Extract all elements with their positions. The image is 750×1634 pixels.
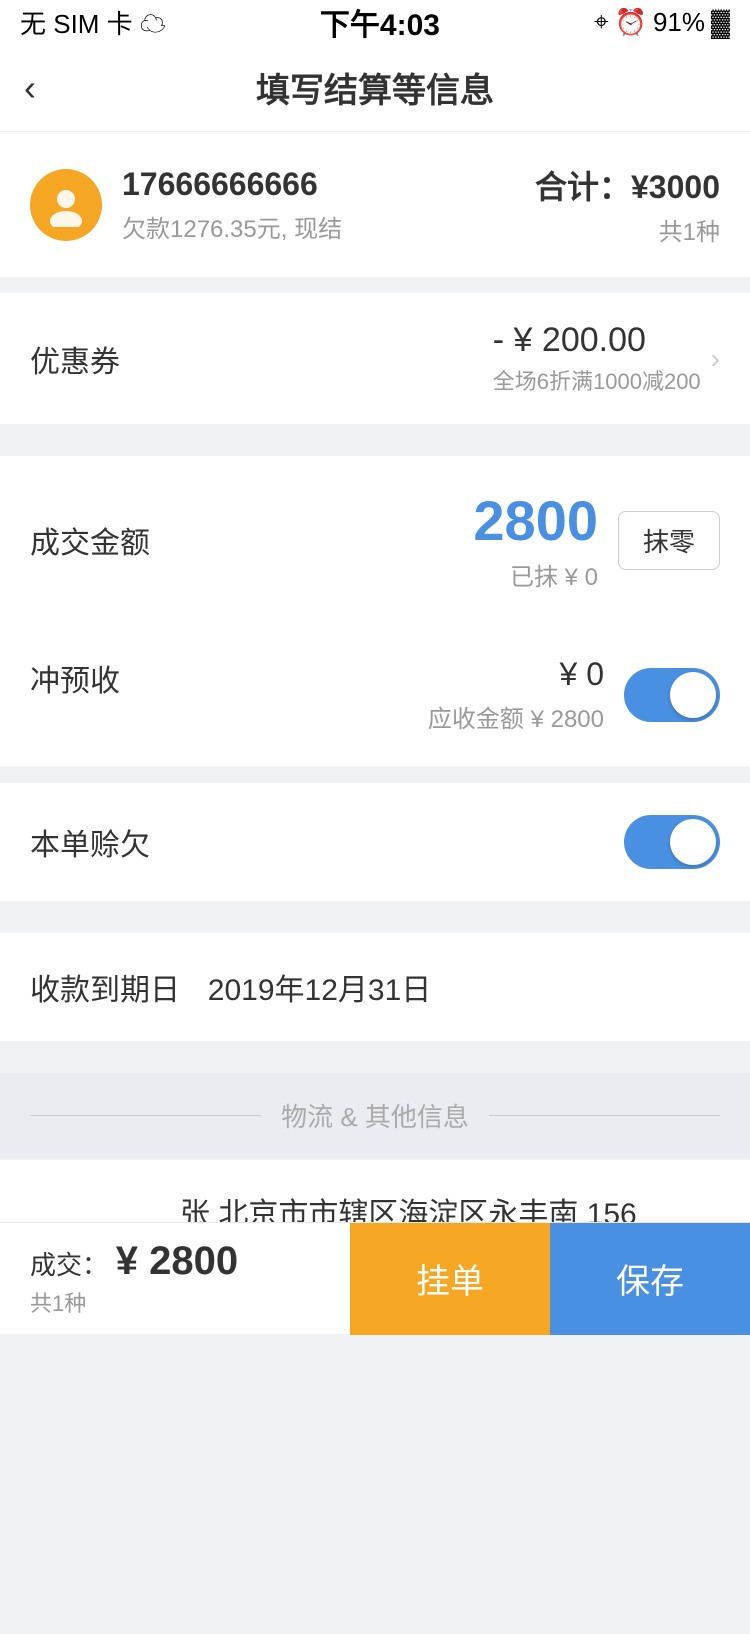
section-divider-3 [0, 901, 750, 917]
content: 17666666666 欠款1276.35元, 现结 合计：¥3000 共1种 … [0, 132, 750, 1634]
duedate-label: 收款到期日 [30, 974, 180, 1007]
status-right: ⌖ ⏰ 91% ▓ [594, 6, 730, 38]
logistics-label: 物流 & 其他信息 [281, 1097, 469, 1134]
bottom-bar: 成交： ¥ 2800 共1种 挂单 保存 [0, 1222, 750, 1334]
toggle-knob [670, 672, 716, 718]
logistics-line-left [30, 1115, 261, 1116]
alarm-icon: ⏰ [615, 7, 647, 38]
coupon-desc: 全场6折满1000减200 [493, 364, 701, 396]
deal-label: 成交金额 [30, 518, 150, 562]
bendan-toggle[interactable] [624, 815, 720, 869]
section-divider [0, 440, 750, 456]
bendan-toggle-knob [670, 819, 716, 865]
coupon-label: 优惠券 [30, 337, 120, 381]
status-bar: 无 SIM 卡 ☁ 下午4:03 ⌖ ⏰ 91% ▓ [0, 0, 750, 44]
customer-right: 合计：¥3000 共1种 [535, 162, 720, 247]
sim-status: 无 SIM 卡 ☁ [20, 4, 166, 41]
chong-amounts: ¥ 0 应收金额 ¥ 2800 [428, 656, 604, 734]
battery-level: 91% [653, 7, 705, 38]
back-button[interactable]: ‹ [24, 67, 36, 109]
total-count: 共1种 [535, 212, 720, 247]
coupon-discount: - ¥ 200.00 [493, 321, 701, 360]
section-divider-2 [0, 767, 750, 783]
customer-phone: 17666666666 [122, 166, 342, 203]
save-button[interactable]: 保存 [550, 1223, 750, 1335]
avatar [30, 169, 102, 241]
bendan-row: 本单赊欠 [0, 783, 750, 901]
total-amount: 合计：¥3000 [535, 162, 720, 208]
deal-row: 成交金额 2800 已抹 ¥ 0 抹零 [0, 456, 750, 624]
customer-debt: 欠款1276.35元, 现结 [122, 209, 342, 244]
coupon-right: - ¥ 200.00 全场6折满1000减200 › [493, 321, 720, 396]
chong-row: 冲预收 ¥ 0 应收金额 ¥ 2800 [0, 624, 750, 767]
chong-amount: ¥ 0 [428, 656, 604, 693]
chong-right: ¥ 0 应收金额 ¥ 2800 [428, 656, 720, 734]
deal-sub: 已抹 ¥ 0 [473, 557, 598, 592]
duedate-value: 2019年12月31日 [208, 974, 431, 1007]
round-button[interactable]: 抹零 [618, 511, 720, 570]
bottom-deal-label: 成交： [30, 1250, 108, 1280]
deal-amount: 2800 [473, 488, 598, 553]
bottom-amount: ¥ 2800 [116, 1239, 238, 1283]
spacer [0, 1314, 750, 1514]
bendan-label: 本单赊欠 [30, 820, 150, 864]
logistics-line-right [489, 1115, 720, 1116]
nav-bar: ‹ 填写结算等信息 [0, 44, 750, 132]
battery-icon: ▓ [711, 7, 730, 38]
coupon-row[interactable]: 优惠券 - ¥ 200.00 全场6折满1000减200 › [0, 293, 750, 424]
chong-receivable: 应收金额 ¥ 2800 [428, 699, 604, 734]
deal-right: 2800 已抹 ¥ 0 抹零 [473, 488, 720, 592]
deal-card: 成交金额 2800 已抹 ¥ 0 抹零 [0, 456, 750, 624]
chong-label: 冲预收 [30, 656, 120, 700]
section-divider-4 [0, 1057, 750, 1073]
customer-info: 17666666666 欠款1276.35元, 现结 [122, 166, 342, 244]
page-title: 填写结算等信息 [256, 63, 494, 112]
logistics-section: 物流 & 其他信息 [0, 1073, 750, 1158]
hang-button[interactable]: 挂单 [350, 1223, 550, 1335]
chong-toggle[interactable] [624, 668, 720, 722]
customer-left: 17666666666 欠款1276.35元, 现结 [30, 166, 342, 244]
status-left: 无 SIM 卡 ☁ [20, 4, 166, 41]
chevron-icon: › [711, 343, 720, 375]
location-icon: ⌖ [594, 6, 609, 38]
customer-card: 17666666666 欠款1276.35元, 现结 合计：¥3000 共1种 [0, 132, 750, 277]
bottom-info: 成交： ¥ 2800 共1种 [0, 1239, 350, 1318]
bottom-deal-row: 成交： ¥ 2800 [30, 1239, 320, 1284]
status-time: 下午4:03 [320, 0, 440, 44]
duedate-card: 收款到期日 2019年12月31日 [0, 933, 750, 1041]
bottom-count: 共1种 [30, 1286, 320, 1318]
